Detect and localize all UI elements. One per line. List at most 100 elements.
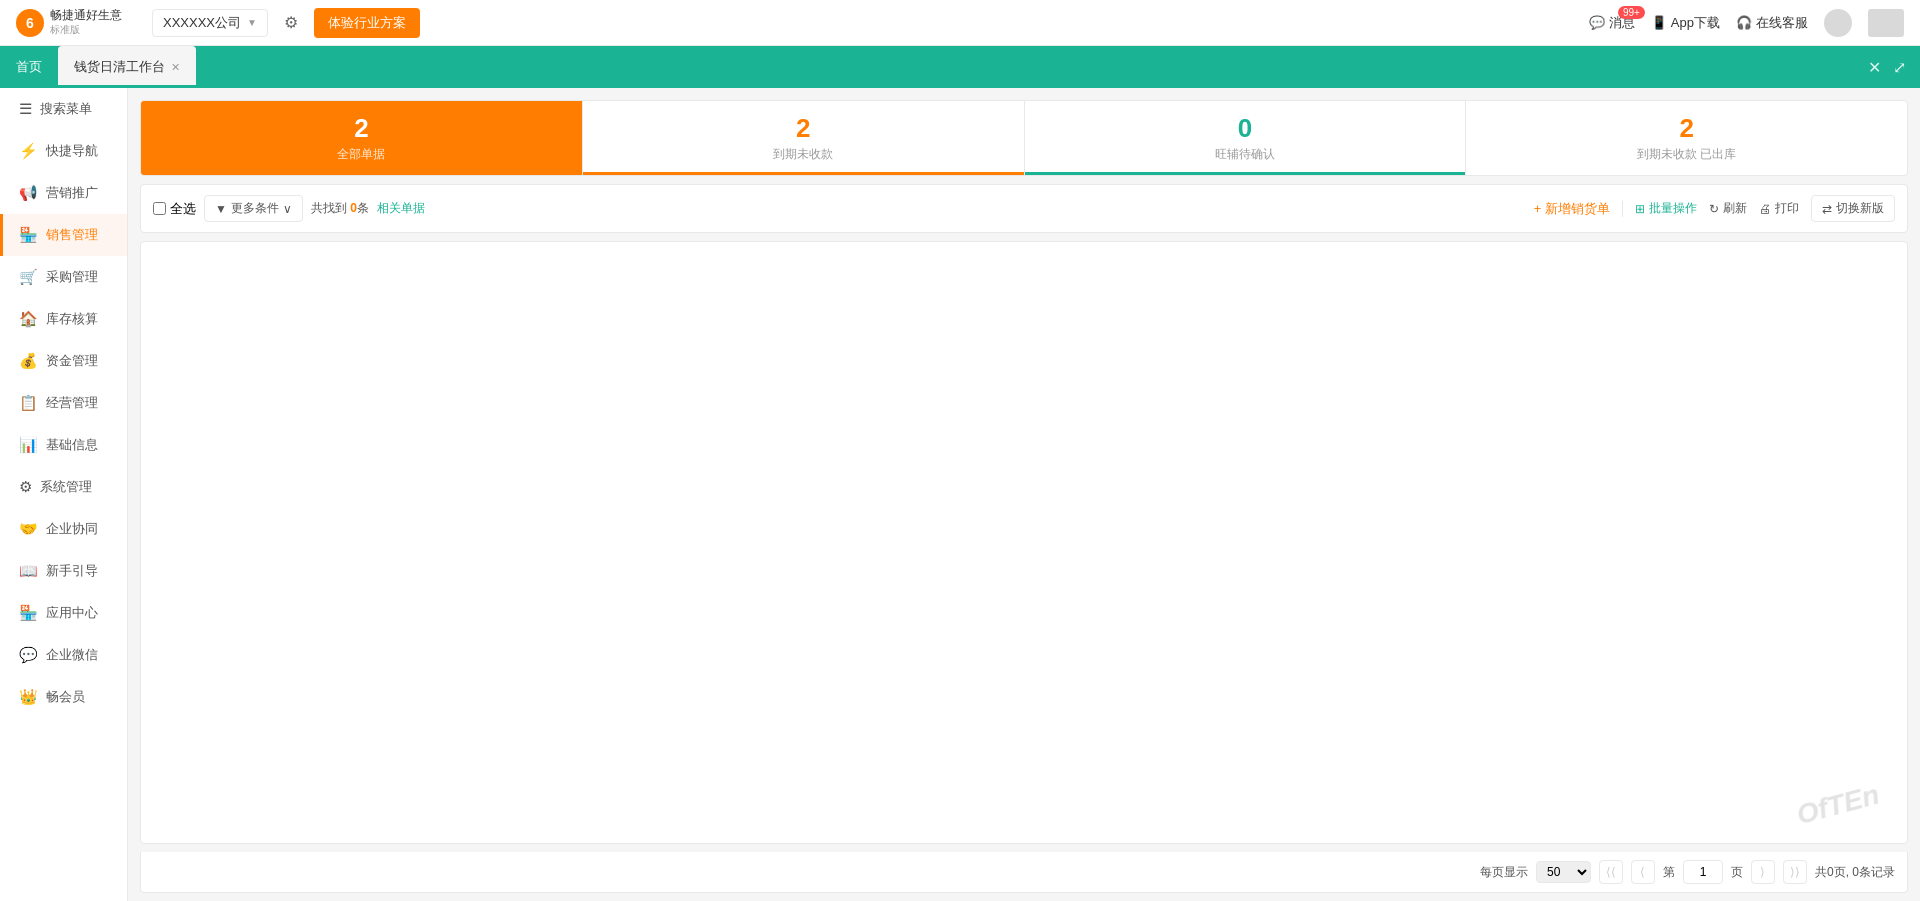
found-count: 0	[350, 201, 357, 215]
sidebar-item-guide[interactable]: 📖 新手引导	[0, 550, 127, 592]
print-button[interactable]: 🖨 打印	[1759, 200, 1799, 217]
logo-text: 畅捷通好生意	[50, 8, 122, 24]
refresh-button[interactable]: ↻ 刷新	[1709, 200, 1747, 217]
app-center-icon: 🏪	[19, 604, 38, 622]
toolbar-left: 全选 ▼ 更多条件 ∨ 共找到 0条 相关单据	[153, 195, 1526, 222]
sidebar-item-marketing[interactable]: 📢 营销推广	[0, 172, 127, 214]
inventory-icon: 🏠	[19, 310, 38, 328]
print-icon: 🖨	[1759, 202, 1771, 216]
table-area	[140, 241, 1908, 844]
basic-info-icon: 📊	[19, 436, 38, 454]
sidebar-item-sales[interactable]: 🏪 销售管理	[0, 214, 127, 256]
settings-button[interactable]: ⚙	[276, 8, 306, 38]
main-layout: ☰ 搜索菜单 ⚡ 快捷导航 📢 营销推广 🏪 销售管理 🛒 采购管理 🏠 库存核…	[0, 88, 1920, 901]
sidebar-item-enterprise[interactable]: 🤝 企业协同	[0, 508, 127, 550]
message-icon: 💬	[1589, 15, 1605, 30]
service-icon: 🎧	[1736, 15, 1752, 30]
card-all-label: 全部单据	[157, 146, 566, 163]
card-overdue-num: 2	[599, 113, 1008, 144]
card-overdue[interactable]: 2 到期未收款	[583, 101, 1025, 175]
chevron-down-icon: ▼	[247, 17, 257, 28]
avatar[interactable]	[1824, 9, 1852, 37]
divider	[1622, 201, 1623, 217]
finance-icon: 💰	[19, 352, 38, 370]
trial-button[interactable]: 体验行业方案	[314, 8, 420, 38]
next-page-button[interactable]: ⟩	[1751, 860, 1775, 884]
sidebar-item-quick-nav[interactable]: ⚡ 快捷导航	[0, 130, 127, 172]
select-all-checkbox[interactable]: 全选	[153, 200, 196, 218]
filter-icon: ▼	[215, 202, 227, 216]
pagination: 每页显示 50 100 200 ⟨⟨ ⟨ 第 页 ⟩ ⟩⟩ 共0页, 0条记录	[140, 852, 1908, 893]
tab-close-button[interactable]: ✕	[1862, 54, 1887, 81]
message-button[interactable]: 💬 消息 99+	[1589, 14, 1635, 32]
purchase-icon: 🛒	[19, 268, 38, 286]
batch-operation-button[interactable]: ⊞ 批量操作	[1635, 200, 1697, 217]
toolbar: 全选 ▼ 更多条件 ∨ 共找到 0条 相关单据 + 新增销货单 ⊞	[140, 184, 1908, 233]
guide-icon: 📖	[19, 562, 38, 580]
sidebar-item-wechat[interactable]: 💬 企业微信	[0, 634, 127, 676]
tab-workbench[interactable]: 钱货日清工作台 ✕	[58, 46, 196, 88]
quick-nav-icon: ⚡	[19, 142, 38, 160]
message-badge: 99+	[1618, 6, 1645, 19]
sidebar-item-system[interactable]: ⚙ 系统管理	[0, 466, 127, 508]
online-service-button[interactable]: 🎧 在线客服	[1736, 14, 1808, 32]
switch-icon: ⇄	[1822, 202, 1832, 216]
logo-tag: 标准版	[50, 23, 122, 37]
operations-icon: 📋	[19, 394, 38, 412]
tab-underline	[58, 85, 196, 88]
new-sales-button[interactable]: + 新增销货单	[1534, 200, 1610, 218]
tab-close-icon[interactable]: ✕	[171, 61, 180, 74]
tab-home[interactable]: 首页	[0, 46, 58, 88]
download-icon: 📱	[1651, 15, 1667, 30]
content-area: 2 全部单据 2 到期未收款 0 旺辅待确认 2 到期未收款 已出库	[128, 88, 1920, 901]
header-right: 💬 消息 99+ 📱 App下载 🎧 在线客服	[1589, 9, 1904, 37]
toolbar-right: + 新增销货单 ⊞ 批量操作 ↻ 刷新 🖨 打印 ⇄ 切换新版	[1534, 195, 1895, 222]
sidebar-item-operations[interactable]: 📋 经营管理	[0, 382, 127, 424]
card-underline-blue	[1025, 172, 1466, 175]
user-menu[interactable]	[1868, 9, 1904, 37]
card-wangfu-label: 旺辅待确认	[1041, 146, 1450, 163]
system-icon: ⚙	[19, 478, 32, 496]
card-overdue-label: 到期未收款	[599, 146, 1008, 163]
sales-icon: 🏪	[19, 226, 38, 244]
prev-page-button[interactable]: ⟨	[1631, 860, 1655, 884]
tab-expand-button[interactable]: ⤢	[1887, 54, 1912, 81]
total-info: 共0页, 0条记录	[1815, 864, 1895, 881]
related-link[interactable]: 相关单据	[377, 200, 425, 217]
company-selector[interactable]: XXXXXX公司 ▼	[152, 9, 268, 37]
batch-icon: ⊞	[1635, 202, 1645, 216]
company-name: XXXXXX公司	[163, 14, 241, 32]
card-shipped-num: 2	[1482, 113, 1891, 144]
first-page-button[interactable]: ⟨⟨	[1599, 860, 1623, 884]
sidebar-item-member[interactable]: 👑 畅会员	[0, 676, 127, 718]
card-all-num: 2	[157, 113, 566, 144]
top-header: 6 畅捷通好生意 标准版 XXXXXX公司 ▼ ⚙ 体验行业方案 💬 消息 99…	[0, 0, 1920, 46]
sidebar: ☰ 搜索菜单 ⚡ 快捷导航 📢 营销推广 🏪 销售管理 🛒 采购管理 🏠 库存核…	[0, 88, 128, 901]
app-download-button[interactable]: 📱 App下载	[1651, 14, 1720, 32]
select-all-input[interactable]	[153, 202, 166, 215]
sidebar-item-app-center[interactable]: 🏪 应用中心	[0, 592, 127, 634]
gear-icon: ⚙	[284, 13, 298, 32]
page-input[interactable]	[1683, 860, 1723, 884]
card-wangfu[interactable]: 0 旺辅待确认	[1025, 101, 1467, 175]
member-icon: 👑	[19, 688, 38, 706]
card-shipped[interactable]: 2 到期未收款 已出库	[1466, 101, 1907, 175]
sidebar-item-inventory[interactable]: 🏠 库存核算	[0, 298, 127, 340]
enterprise-icon: 🤝	[19, 520, 38, 538]
logo-icon: 6	[16, 9, 44, 37]
per-page-select[interactable]: 50 100 200	[1536, 861, 1591, 883]
switch-version-button[interactable]: ⇄ 切换新版	[1811, 195, 1895, 222]
sidebar-item-finance[interactable]: 💰 资金管理	[0, 340, 127, 382]
more-filter-button[interactable]: ▼ 更多条件 ∨	[204, 195, 303, 222]
card-wangfu-num: 0	[1041, 113, 1450, 144]
card-all[interactable]: 2 全部单据	[141, 101, 583, 175]
per-page-label: 每页显示	[1480, 864, 1528, 881]
card-underline	[583, 172, 1024, 175]
wechat-icon: 💬	[19, 646, 38, 664]
sidebar-item-purchase[interactable]: 🛒 采购管理	[0, 256, 127, 298]
page-suffix: 页	[1731, 864, 1743, 881]
sidebar-item-basic-info[interactable]: 📊 基础信息	[0, 424, 127, 466]
sidebar-item-search[interactable]: ☰ 搜索菜单	[0, 88, 127, 130]
chevron-icon: ∨	[283, 202, 292, 216]
last-page-button[interactable]: ⟩⟩	[1783, 860, 1807, 884]
